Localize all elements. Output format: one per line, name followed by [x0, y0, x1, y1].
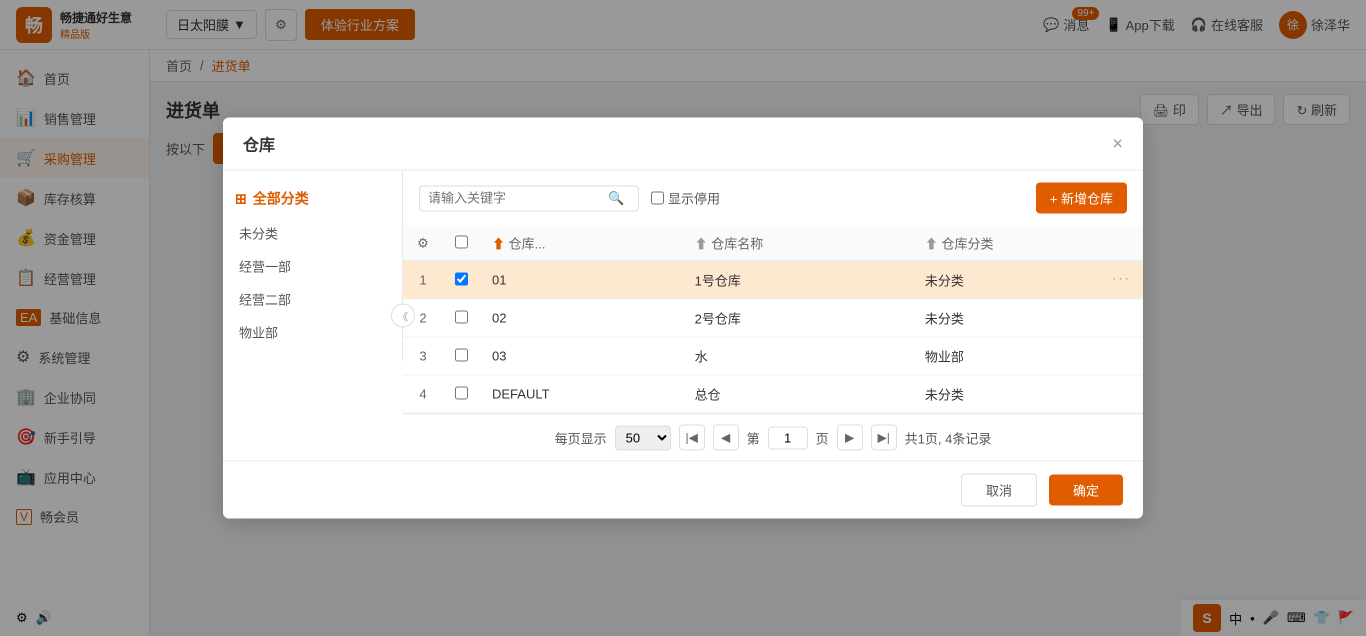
category-unclassified[interactable]: 未分类	[223, 217, 402, 250]
search-input[interactable]	[428, 191, 608, 206]
right-panel: 🔍 显示停用 + 新增仓库 ⚙ ⬆ 仓库...	[403, 171, 1143, 461]
row-checkbox[interactable]	[443, 337, 480, 375]
next-page-button[interactable]: ▶	[837, 425, 863, 451]
warehouse-table: ⚙ ⬆ 仓库... ⬆ 仓库名称 ⬆ 仓库分类	[403, 226, 1143, 414]
sort-icon-name: ⬆	[695, 237, 708, 252]
row-category: 物业部	[913, 337, 1143, 375]
search-input-wrap: 🔍	[419, 185, 639, 211]
category-operations2[interactable]: 经营二部	[223, 283, 402, 316]
row-category: 未分类	[913, 375, 1143, 413]
row-select-checkbox[interactable]	[455, 386, 468, 399]
row-num: 1	[403, 261, 443, 299]
row-name: 水	[683, 337, 913, 375]
row-actions-button[interactable]: ···	[1112, 271, 1131, 286]
row-name: 总仓	[683, 375, 913, 413]
row-num: 3	[403, 337, 443, 375]
row-code: 01	[480, 261, 683, 299]
last-page-button[interactable]: ▶|	[871, 425, 897, 451]
sort-icon-cat: ⬆	[925, 237, 938, 252]
select-all-checkbox[interactable]	[455, 235, 468, 248]
row-name: 1号仓库	[683, 261, 913, 299]
table-row[interactable]: 1 01 1号仓库 未分类···	[403, 261, 1143, 299]
collapse-left-panel-button[interactable]: 《	[391, 304, 415, 328]
row-code: 03	[480, 337, 683, 375]
row-checkbox[interactable]	[443, 299, 480, 337]
sort-icon: ⬆	[492, 237, 505, 252]
show-disabled-checkbox[interactable]	[651, 192, 664, 205]
prev-page-button[interactable]: ◀	[713, 425, 739, 451]
left-panel-wrapper: ⊞ 全部分类 未分类 经营一部 经营二部 物业部 《	[223, 171, 403, 461]
col-name: ⬆ 仓库名称	[683, 226, 913, 262]
row-select-checkbox[interactable]	[455, 310, 468, 323]
row-code: DEFAULT	[480, 375, 683, 413]
first-page-button[interactable]: |◀	[679, 425, 705, 451]
cancel-button[interactable]: 取消	[961, 474, 1037, 507]
row-name: 2号仓库	[683, 299, 913, 337]
modal-close-button[interactable]: ×	[1112, 133, 1123, 154]
pagination: 每页显示 50 100 |◀ ◀ 第 页 ▶ ▶| 共1页, 4条记录	[403, 414, 1143, 461]
category-property[interactable]: 物业部	[223, 316, 402, 349]
col-gear: ⚙	[403, 226, 443, 262]
row-checkbox[interactable]	[443, 261, 480, 299]
modal-title: 仓库	[243, 132, 275, 156]
row-code: 02	[480, 299, 683, 337]
table-row[interactable]: 3 03 水 物业部	[403, 337, 1143, 375]
table-row[interactable]: 4 DEFAULT 总仓 未分类	[403, 375, 1143, 413]
col-code: ⬆ 仓库...	[480, 226, 683, 262]
row-category: 未分类	[913, 299, 1143, 337]
row-checkbox[interactable]	[443, 375, 480, 413]
add-warehouse-button[interactable]: + 新增仓库	[1036, 183, 1127, 214]
page-number-input[interactable]	[768, 426, 808, 449]
modal-header: 仓库 ×	[223, 118, 1143, 171]
confirm-button[interactable]: 确定	[1049, 475, 1123, 506]
warehouse-modal: 仓库 × ⊞ 全部分类 未分类 经营一部 经营二部 物业部 《 🔍	[223, 118, 1143, 519]
modal-body: ⊞ 全部分类 未分类 经营一部 经营二部 物业部 《 🔍 显示停用	[223, 171, 1143, 461]
row-select-checkbox[interactable]	[455, 272, 468, 285]
search-icon[interactable]: 🔍	[608, 190, 624, 206]
row-category: 未分类···	[913, 261, 1143, 299]
search-bar: 🔍 显示停用 + 新增仓库	[403, 171, 1143, 226]
table-row[interactable]: 2 02 2号仓库 未分类	[403, 299, 1143, 337]
row-select-checkbox[interactable]	[455, 348, 468, 361]
col-checkbox	[443, 226, 480, 262]
all-categories-header[interactable]: ⊞ 全部分类	[223, 183, 402, 217]
category-operations1[interactable]: 经营一部	[223, 250, 402, 283]
left-panel: ⊞ 全部分类 未分类 经营一部 经营二部 物业部	[223, 171, 403, 361]
row-num: 4	[403, 375, 443, 413]
modal-footer: 取消 确定	[223, 461, 1143, 519]
grid-icon: ⊞	[235, 190, 247, 207]
col-category: ⬆ 仓库分类	[913, 226, 1143, 262]
page-size-select[interactable]: 50 100	[615, 425, 671, 450]
table-header-row: ⚙ ⬆ 仓库... ⬆ 仓库名称 ⬆ 仓库分类	[403, 226, 1143, 262]
show-disabled-label[interactable]: 显示停用	[651, 189, 720, 208]
